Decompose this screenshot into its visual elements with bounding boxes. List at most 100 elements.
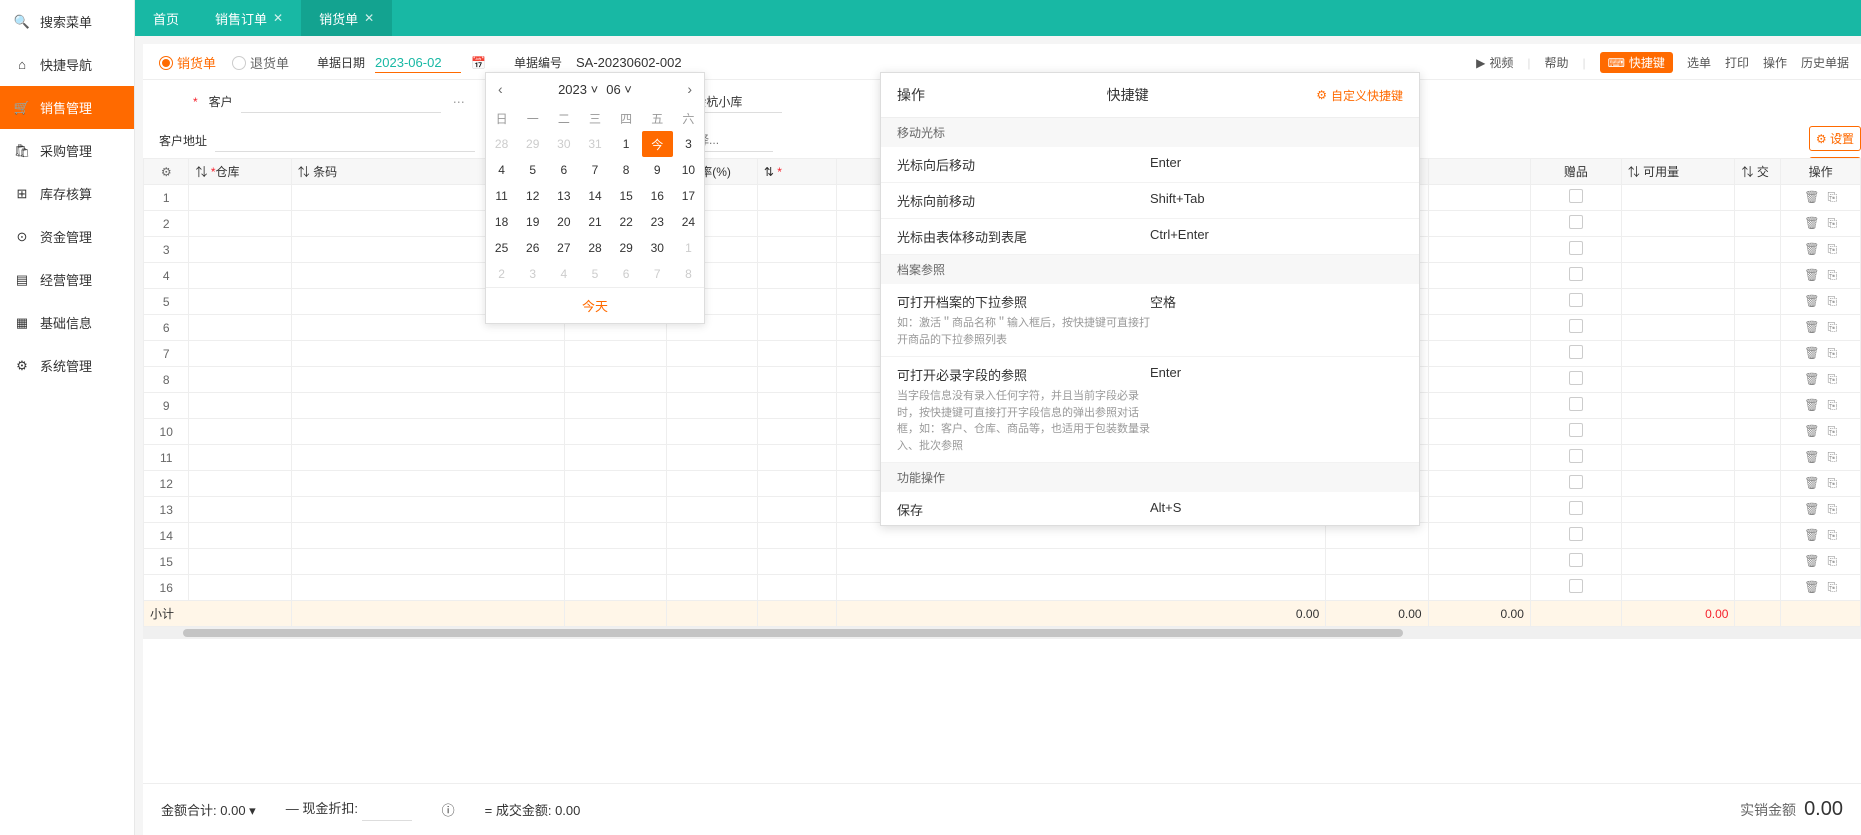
cal-day[interactable]: 29 <box>611 235 642 261</box>
cal-day[interactable]: 10 <box>673 157 704 183</box>
toolbar-6[interactable]: 历史单据 <box>1801 54 1849 71</box>
copy-icon[interactable]: ⎘ <box>1827 320 1837 335</box>
delete-icon[interactable]: 🗑 <box>1804 398 1819 413</box>
copy-icon[interactable]: ⎘ <box>1827 294 1837 309</box>
gift-checkbox[interactable] <box>1569 189 1583 203</box>
cal-day[interactable]: 1 <box>611 131 642 157</box>
cal-day[interactable]: 18 <box>486 209 517 235</box>
delete-icon[interactable]: 🗑 <box>1804 216 1819 231</box>
gift-checkbox[interactable] <box>1569 345 1583 359</box>
cal-day[interactable]: 27 <box>548 235 579 261</box>
copy-icon[interactable]: ⎘ <box>1827 528 1837 543</box>
toolbar-2[interactable]: ⌨快捷键 <box>1600 52 1673 73</box>
delete-icon[interactable]: 🗑 <box>1804 528 1819 543</box>
cal-day[interactable]: 30 <box>642 235 673 261</box>
calendar-icon[interactable]: 📅 <box>471 56 486 70</box>
copy-icon[interactable]: ⎘ <box>1827 502 1837 517</box>
cal-day[interactable]: 28 <box>579 235 610 261</box>
cal-day[interactable]: 15 <box>611 183 642 209</box>
cal-day[interactable]: 26 <box>517 235 548 261</box>
copy-icon[interactable]: ⎘ <box>1827 346 1837 361</box>
gift-checkbox[interactable] <box>1569 215 1583 229</box>
gift-checkbox[interactable] <box>1569 423 1583 437</box>
sidebar-item-0[interactable]: 🔍搜索菜单 <box>0 0 134 43</box>
discount-input[interactable] <box>362 798 412 821</box>
cal-day[interactable]: 4 <box>548 261 579 287</box>
delete-icon[interactable]: 🗑 <box>1804 320 1819 335</box>
toolbar-4[interactable]: 打印 <box>1725 54 1749 71</box>
copy-icon[interactable]: ⎘ <box>1827 242 1837 257</box>
cal-day[interactable]: 31 <box>579 131 610 157</box>
copy-icon[interactable]: ⎘ <box>1827 476 1837 491</box>
gift-checkbox[interactable] <box>1569 553 1583 567</box>
cal-day[interactable]: 19 <box>517 209 548 235</box>
gift-checkbox[interactable] <box>1569 527 1583 541</box>
cal-day[interactable]: 12 <box>517 183 548 209</box>
delete-icon[interactable]: 🗑 <box>1804 372 1819 387</box>
cal-day[interactable]: 11 <box>486 183 517 209</box>
cal-month-select[interactable]: 06 ˅ <box>606 82 632 97</box>
cal-day[interactable]: 22 <box>611 209 642 235</box>
tab-0[interactable]: 首页 <box>135 0 197 36</box>
delete-icon[interactable]: 🗑 <box>1804 580 1819 595</box>
radio-return[interactable]: 退货单 <box>232 53 289 72</box>
gift-checkbox[interactable] <box>1569 501 1583 515</box>
copy-icon[interactable]: ⎘ <box>1827 268 1837 283</box>
cal-day[interactable]: 30 <box>548 131 579 157</box>
copy-icon[interactable]: ⎘ <box>1827 450 1837 465</box>
copy-icon[interactable]: ⎘ <box>1827 372 1837 387</box>
customer-input[interactable] <box>241 90 441 113</box>
custom-shortcut-link[interactable]: ⚙自定义快捷键 <box>1316 87 1403 104</box>
copy-icon[interactable]: ⎘ <box>1827 216 1837 231</box>
cal-year-select[interactable]: 2023 ˅ <box>558 82 598 97</box>
delete-icon[interactable]: 🗑 <box>1804 268 1819 283</box>
tab-1[interactable]: 销售订单✕ <box>197 0 301 36</box>
delete-icon[interactable]: 🗑 <box>1804 450 1819 465</box>
tab-2[interactable]: 销货单✕ <box>301 0 392 36</box>
cal-day[interactable]: 8 <box>673 261 704 287</box>
sidebar-item-4[interactable]: ⊞库存核算 <box>0 172 134 215</box>
date-input[interactable] <box>375 53 461 73</box>
gift-checkbox[interactable] <box>1569 475 1583 489</box>
sidebar-item-5[interactable]: ⊙资金管理 <box>0 215 134 258</box>
delete-icon[interactable]: 🗑 <box>1804 476 1819 491</box>
cal-day[interactable]: 14 <box>579 183 610 209</box>
col-available[interactable]: ⇅ 可用量 <box>1621 159 1735 185</box>
copy-icon[interactable]: ⎘ <box>1827 424 1837 439</box>
cal-day[interactable]: 23 <box>642 209 673 235</box>
delete-icon[interactable]: 🗑 <box>1804 554 1819 569</box>
gift-checkbox[interactable] <box>1569 293 1583 307</box>
cal-day[interactable]: 17 <box>673 183 704 209</box>
sidebar-item-8[interactable]: ⚙系统管理 <box>0 344 134 387</box>
cal-day[interactable]: 16 <box>642 183 673 209</box>
cal-day[interactable]: 7 <box>642 261 673 287</box>
col-warehouse[interactable]: ⇅ *仓库 <box>189 159 291 185</box>
close-icon[interactable]: ✕ <box>273 11 283 25</box>
delete-icon[interactable]: 🗑 <box>1804 346 1819 361</box>
cal-day[interactable]: 9 <box>642 157 673 183</box>
delete-icon[interactable]: 🗑 <box>1804 242 1819 257</box>
copy-icon[interactable]: ⎘ <box>1827 190 1837 205</box>
cal-day[interactable]: 1 <box>673 235 704 261</box>
gear-icon[interactable]: ⚙ <box>161 165 172 179</box>
copy-icon[interactable]: ⎘ <box>1827 580 1837 595</box>
customer-more-icon[interactable]: ⋯ <box>453 95 465 109</box>
gift-checkbox[interactable] <box>1569 319 1583 333</box>
cal-day[interactable]: 13 <box>548 183 579 209</box>
sidebar-item-2[interactable]: 🛒销售管理 <box>0 86 134 129</box>
help-icon[interactable]: ⓘ <box>442 800 455 819</box>
gift-checkbox[interactable] <box>1569 371 1583 385</box>
toolbar-0[interactable]: ▶视频 <box>1476 54 1513 71</box>
warehouse-input[interactable] <box>692 90 782 113</box>
cal-day[interactable]: 28 <box>486 131 517 157</box>
col-gift[interactable]: 赠品 <box>1530 159 1621 185</box>
cal-day[interactable]: 25 <box>486 235 517 261</box>
cal-day[interactable]: 今 <box>642 131 673 157</box>
cal-day[interactable]: 20 <box>548 209 579 235</box>
toolbar-1[interactable]: 帮助 <box>1544 54 1568 71</box>
radio-sale[interactable]: 销货单 <box>159 53 216 72</box>
delete-icon[interactable]: 🗑 <box>1804 502 1819 517</box>
toolbar-3[interactable]: 选单 <box>1687 54 1711 71</box>
gift-checkbox[interactable] <box>1569 267 1583 281</box>
cal-prev-icon[interactable]: ‹ <box>498 81 503 97</box>
